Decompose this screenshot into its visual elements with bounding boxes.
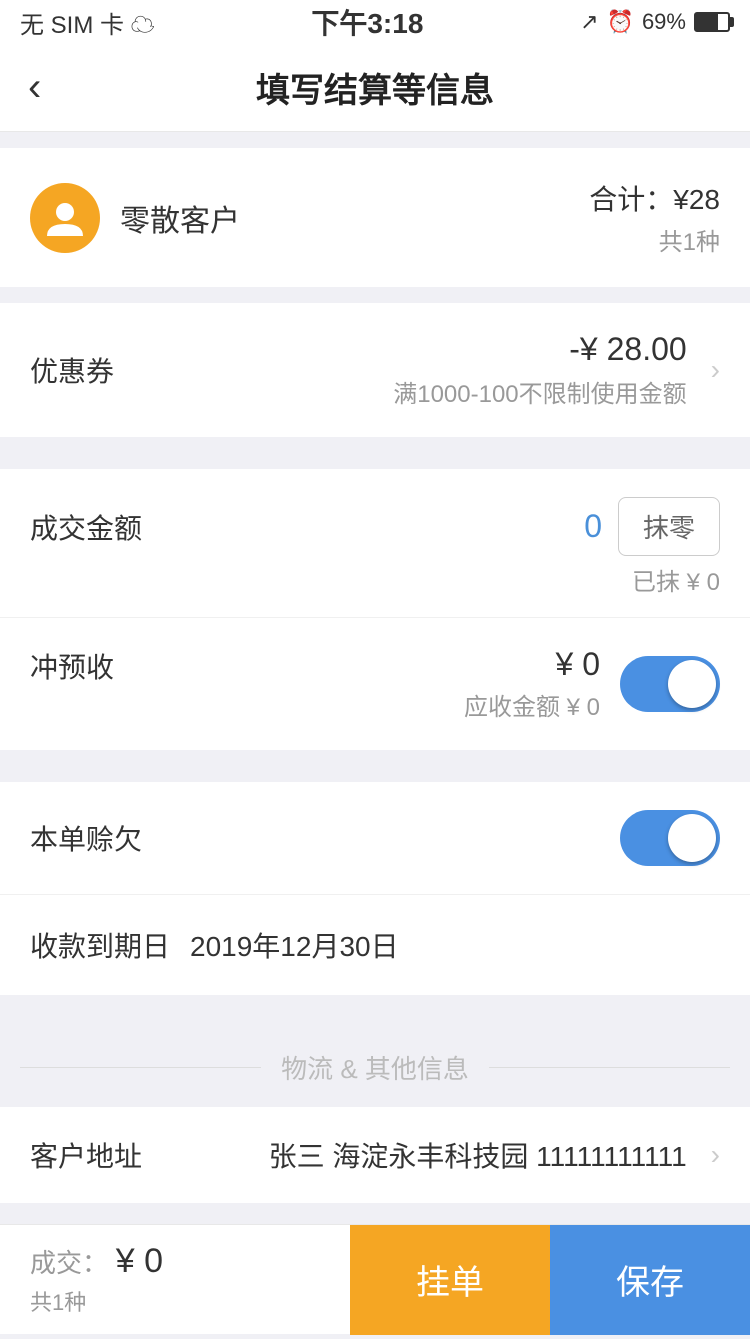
signal-text: 无 SIM 卡 ☁ [20, 5, 155, 40]
user-icon [45, 198, 85, 238]
customer-left: 零散客户 [30, 183, 240, 253]
address-right: 张三 海淀永丰科技园 11111111111 › [269, 1135, 720, 1175]
footer: 成交： ¥ 0 共1种 挂单 保存 [0, 1224, 750, 1334]
back-button[interactable]: ‹ [28, 65, 41, 110]
address-section: 客户地址 张三 海淀永丰科技园 11111111111 › [0, 1107, 750, 1203]
address-value: 张三 海淀永丰科技园 11111111111 [269, 1135, 687, 1175]
chevron-right-icon: › [711, 354, 720, 386]
coupon-discount: -¥ 28.00 [393, 331, 686, 368]
address-chevron-icon: › [711, 1139, 720, 1171]
coupon-row[interactable]: 优惠券 -¥ 28.00 满1000-100不限制使用金额 › [0, 303, 750, 437]
hold-button[interactable]: 挂单 [350, 1225, 550, 1335]
footer-deal-label: 成交： [30, 1248, 108, 1278]
logistics-header: 物流 & 其他信息 [0, 1027, 750, 1107]
deal-amount-label: 成交金额 [30, 507, 142, 547]
nav-bar: ‹ 填写结算等信息 [0, 44, 750, 132]
due-date-value: 2019年12月30日 [190, 925, 399, 965]
total-amount: 合计：¥28 [589, 178, 720, 218]
battery-icon [694, 12, 730, 32]
coupon-value-block: -¥ 28.00 满1000-100不限制使用金额 [393, 331, 686, 409]
alarm-icon: ⏰ [607, 9, 634, 35]
status-right: ↗ ⏰ 69% [580, 9, 730, 35]
toggle-knob [668, 660, 716, 708]
deal-amount-top: 成交金额 0 抹零 [0, 469, 750, 556]
coupon-right: -¥ 28.00 满1000-100不限制使用金额 › [393, 331, 720, 409]
coupon-section: 优惠券 -¥ 28.00 满1000-100不限制使用金额 › [0, 303, 750, 437]
location-icon: ↗ [580, 9, 598, 35]
status-left: 无 SIM 卡 ☁ [20, 5, 155, 40]
prepay-spacer [0, 722, 750, 750]
divider-2 [0, 766, 750, 782]
deal-amount-sub-text: 已抹 ¥ 0 [632, 569, 720, 596]
prepay-amount: ¥ 0 [464, 646, 600, 683]
due-date-row: 收款到期日 2019年12月30日 [0, 895, 750, 995]
logistics-line-left [20, 1067, 261, 1068]
coupon-description: 满1000-100不限制使用金额 [393, 374, 686, 409]
status-time: 下午3:18 [311, 2, 423, 42]
divider-3 [0, 1011, 750, 1027]
prepay-right: ¥ 0 应收金额 ¥ 0 [464, 646, 720, 722]
status-bar: 无 SIM 卡 ☁ 下午3:18 ↗ ⏰ 69% [0, 0, 750, 44]
prepay-label: 冲预收 [30, 646, 114, 686]
customer-row: 零散客户 合计：¥28 共1种 [0, 148, 750, 287]
round-off-button[interactable]: 抹零 [618, 497, 720, 556]
due-date-label: 收款到期日 [30, 925, 170, 965]
save-button[interactable]: 保存 [550, 1225, 750, 1335]
logistics-line-right [489, 1067, 730, 1068]
avatar [30, 183, 100, 253]
total-count: 共1种 [589, 222, 720, 257]
logistics-label: 物流 & 其他信息 [281, 1049, 469, 1086]
owe-section: 本单赊欠 收款到期日 2019年12月30日 [0, 782, 750, 995]
prepay-top: 冲预收 ¥ 0 应收金额 ¥ 0 [0, 618, 750, 722]
deal-amount-section: 成交金额 0 抹零 已抹 ¥ 0 冲预收 ¥ 0 应收金额 ¥ 0 [0, 469, 750, 750]
footer-deal-line: 成交： ¥ 0 [30, 1242, 320, 1281]
main-content: 零散客户 合计：¥28 共1种 优惠券 -¥ 28.00 满1000-100不限… [0, 148, 750, 1339]
footer-count: 共1种 [30, 1285, 320, 1317]
owe-toggle-knob [668, 814, 716, 862]
customer-name: 零散客户 [120, 196, 240, 240]
prepay-amount-block: ¥ 0 应收金额 ¥ 0 [464, 646, 600, 722]
owe-row: 本单赊欠 [0, 782, 750, 895]
deal-amount-sub: 已抹 ¥ 0 [0, 556, 750, 618]
battery-text: 69% [642, 9, 686, 35]
footer-amount: ¥ 0 [116, 1242, 163, 1280]
deal-amount-value: 0 [584, 508, 602, 545]
deal-amount-right: 0 抹零 [584, 497, 720, 556]
owe-toggle[interactable] [620, 810, 720, 866]
page-title: 填写结算等信息 [256, 63, 494, 112]
prepay-toggle[interactable] [620, 656, 720, 712]
address-label: 客户地址 [30, 1135, 142, 1175]
prepay-sub: 应收金额 ¥ 0 [464, 687, 600, 722]
customer-section: 零散客户 合计：¥28 共1种 [0, 148, 750, 287]
coupon-label: 优惠券 [30, 350, 114, 390]
address-row[interactable]: 客户地址 张三 海淀永丰科技园 11111111111 › [0, 1107, 750, 1203]
customer-summary: 合计：¥28 共1种 [589, 178, 720, 257]
divider-1 [0, 453, 750, 469]
footer-info: 成交： ¥ 0 共1种 [0, 1242, 350, 1317]
owe-label: 本单赊欠 [30, 818, 142, 858]
